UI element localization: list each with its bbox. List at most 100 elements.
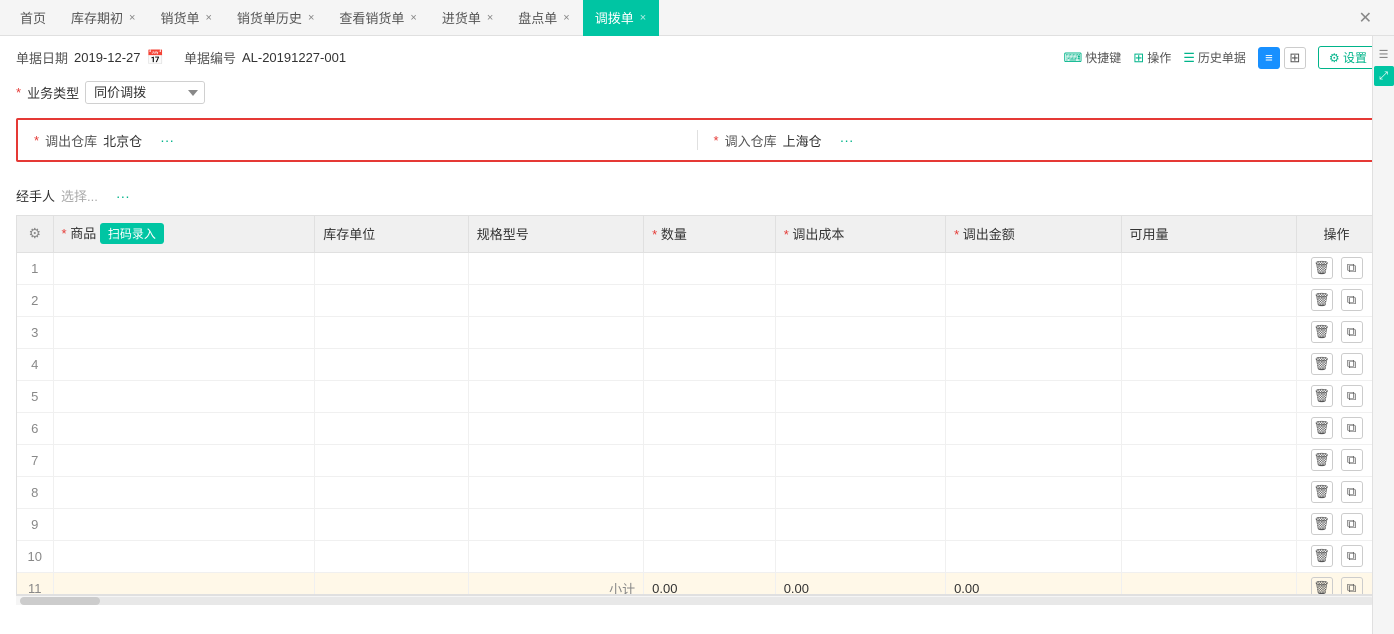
product-table: ⚙ * 商品 扫码录入 库存单位 规格型号 * 数量 [17,216,1377,595]
form-header-left: 单据日期 2019-12-27 📅 单据编号 AL-20191227-001 [16,48,346,67]
biz-type-row: * 业务类型 同价调拨 [16,81,1378,104]
copy-row-button[interactable]: ⧉ [1341,577,1363,595]
delete-row-button[interactable]: 🗑 [1311,385,1333,407]
qty-cell[interactable] [644,252,776,284]
amount-cell [946,252,1121,284]
handler-more-button[interactable]: ··· [112,188,134,204]
delete-row-button[interactable]: 🗑 [1311,257,1333,279]
delete-row-button[interactable]: 🗑 [1311,417,1333,439]
view-toggle: ≡ ⊞ [1258,47,1306,69]
sidebar-expand-button[interactable]: ⤢ [1374,66,1394,86]
close-icon[interactable]: × [410,12,416,24]
close-icon[interactable]: × [205,12,211,24]
cost-cell[interactable] [775,252,945,284]
table-row: 10 🗑 ⧉ [17,540,1377,572]
th-product: * 商品 扫码录入 [53,216,315,252]
subtotal-row: 11 小计 0.00 0.00 0.00 🗑 ⧉ [17,572,1377,595]
spec-cell [468,252,643,284]
doc-num-value: AL-20191227-001 [242,50,346,65]
tab-inventory-init[interactable]: 库存期初 × [59,0,148,36]
handler-select[interactable]: 选择... [61,186,98,205]
action-cell: 🗑 ⧉ [1297,252,1377,284]
calendar-icon[interactable]: 📅 [147,49,164,66]
close-icon[interactable]: × [308,12,314,24]
table-row: 5 🗑 ⧉ [17,380,1377,412]
window-close-button[interactable]: ✕ [1353,6,1378,30]
copy-row-button[interactable]: ⧉ [1341,321,1363,343]
th-unit: 库存单位 [315,216,469,252]
shortcut-action[interactable]: ⌨ 快捷键 [1064,49,1122,66]
th-qty: * 数量 [644,216,776,252]
doc-num-field: 单据编号 AL-20191227-001 [184,48,346,67]
sidebar-list-button[interactable]: ☰ [1374,44,1394,64]
delete-row-button[interactable]: 🗑 [1311,353,1333,375]
warehouse-inner: * 调出仓库 北京仓 ··· * 调入仓库 上海仓 ··· [34,130,1360,150]
scan-button[interactable]: 扫码录入 [100,223,164,244]
biz-type-select[interactable]: 同价调拨 [85,81,205,104]
list-view-btn[interactable]: ≡ [1258,47,1280,69]
history-action[interactable]: ☰ 历史单据 [1183,49,1246,66]
delete-row-button[interactable]: 🗑 [1311,449,1333,471]
warehouse-in-more-button[interactable]: ··· [836,132,858,148]
tab-sales-order[interactable]: 销货单 × [148,0,224,36]
delete-row-button[interactable]: 🗑 [1311,545,1333,567]
settings-button[interactable]: ⚙ 设置 [1318,46,1378,69]
th-cost: * 调出成本 [775,216,945,252]
biz-type-field: * 业务类型 同价调拨 [16,81,205,104]
table-row: 8 🗑 ⧉ [17,476,1377,508]
warehouse-in-field: * 调入仓库 上海仓 ··· [714,131,1361,150]
copy-row-button[interactable]: ⧉ [1341,353,1363,375]
delete-row-button[interactable]: 🗑 [1311,577,1333,595]
delete-row-button[interactable]: 🗑 [1311,289,1333,311]
available-cell [1121,252,1297,284]
tab-transfer[interactable]: 调拨单 × [583,0,659,36]
bottom-scrollbar[interactable] [16,595,1378,605]
operation-action[interactable]: ⊞ 操作 [1133,49,1171,66]
settings-icon: ⚙ [1329,51,1340,65]
copy-row-button[interactable]: ⧉ [1341,385,1363,407]
table-gear-button[interactable]: ⚙ [28,225,41,242]
tab-view-sales[interactable]: 查看销货单 × [327,0,429,36]
close-icon[interactable]: × [487,12,493,24]
tab-bar-end: ✕ [1353,6,1386,30]
copy-row-button[interactable]: ⧉ [1341,545,1363,567]
grid-icon: ⊞ [1133,50,1144,66]
copy-row-button[interactable]: ⧉ [1341,257,1363,279]
tab-bar: 首页 库存期初 × 销货单 × 销货单历史 × 查看销货单 × 进货单 × 盘点… [0,0,1394,36]
table-row: 2 🗑 ⧉ [17,284,1377,316]
close-icon[interactable]: × [129,12,135,24]
unit-cell [315,252,469,284]
warehouse-section: * 调出仓库 北京仓 ··· * 调入仓库 上海仓 ··· [16,118,1378,162]
delete-row-button[interactable]: 🗑 [1311,481,1333,503]
tab-stocktake[interactable]: 盘点单 × [506,0,582,36]
close-icon[interactable]: × [640,12,646,24]
table-row: 7 🗑 ⧉ [17,444,1377,476]
delete-row-button[interactable]: 🗑 [1311,513,1333,535]
copy-row-button[interactable]: ⧉ [1341,513,1363,535]
date-field: 单据日期 2019-12-27 📅 [16,48,164,67]
warehouse-in-value: 上海仓 [783,131,822,150]
table-row: 3 🗑 ⧉ [17,316,1377,348]
warehouse-out-more-button[interactable]: ··· [156,132,178,148]
table-row: 6 🗑 ⧉ [17,412,1377,444]
handler-field: 经手人 选择... ··· [16,186,1378,205]
tab-home[interactable]: 首页 [8,0,59,36]
date-value: 2019-12-27 [74,50,141,65]
copy-row-button[interactable]: ⧉ [1341,449,1363,471]
subtotal-qty: 0.00 [644,572,776,595]
warehouse-out-value: 北京仓 [103,131,142,150]
required-star-out: * [34,133,39,148]
required-star-in: * [714,133,719,148]
copy-row-button[interactable]: ⧉ [1341,417,1363,439]
tab-purchase[interactable]: 进货单 × [430,0,506,36]
grid-view-btn[interactable]: ⊞ [1284,47,1306,69]
delete-row-button[interactable]: 🗑 [1311,321,1333,343]
main-content: 单据日期 2019-12-27 📅 单据编号 AL-20191227-001 ⌨… [0,36,1394,615]
copy-row-button[interactable]: ⧉ [1341,481,1363,503]
product-cell[interactable] [53,252,315,284]
th-action: 操作 [1297,216,1377,252]
tab-sales-history[interactable]: 销货单历史 × [225,0,327,36]
copy-row-button[interactable]: ⧉ [1341,289,1363,311]
close-icon[interactable]: × [563,12,569,24]
table-row: 9 🗑 ⧉ [17,508,1377,540]
